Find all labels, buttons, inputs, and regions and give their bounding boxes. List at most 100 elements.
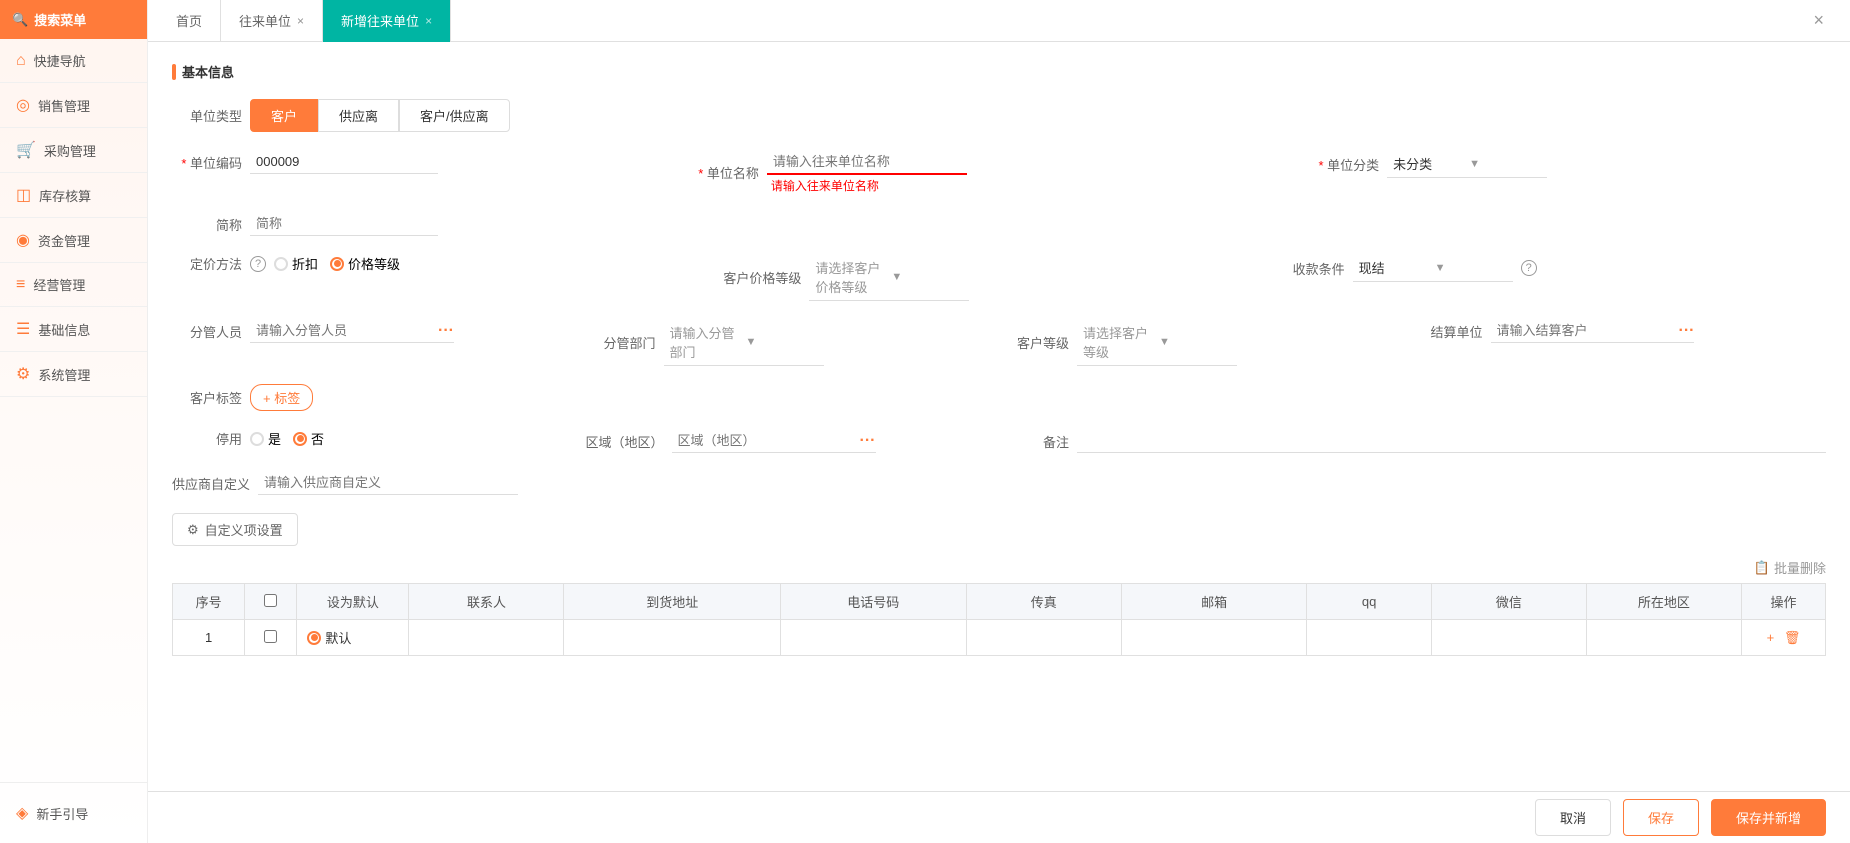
add-tag-btn[interactable]: + 标签: [250, 384, 313, 411]
bottom-bar: 取消 保存 保存并新增: [148, 791, 1850, 843]
row-email-input[interactable]: [1164, 630, 1264, 645]
unit-type-label: 单位类型: [172, 106, 242, 125]
tab-bar: 首页 往来单位 × 新增往来单位 × ×: [148, 0, 1850, 42]
row-region-input[interactable]: [1624, 630, 1704, 645]
sidebar-item-basic-info[interactable]: ☰ 基础信息: [0, 307, 147, 352]
add-tag-label: + 标签: [263, 388, 300, 407]
tab-trading-partners-close[interactable]: ×: [297, 14, 304, 28]
basic-info-icon: ☰: [16, 319, 30, 339]
customer-price-select[interactable]: 请选择客户价格等级 ▼: [809, 254, 969, 301]
sidebar-item-newbie[interactable]: ◈ 新手引导: [0, 791, 147, 835]
manager-more-btn[interactable]: ···: [438, 322, 454, 340]
sidebar-item-system[interactable]: ⚙ 系统管理: [0, 352, 147, 397]
remarks-group: 备注: [999, 429, 1826, 453]
search-menu-label: 搜索菜单: [34, 10, 86, 29]
row-add-btn[interactable]: +: [1767, 630, 1775, 645]
save-btn[interactable]: 保存: [1623, 799, 1699, 836]
payment-terms-select[interactable]: 现结 ▼: [1353, 254, 1513, 282]
type-btn-customer[interactable]: 客户: [250, 99, 318, 132]
table-select-all[interactable]: [264, 594, 277, 607]
region-group: 区域（地区） ···: [586, 429, 1000, 453]
supplier-custom-label: 供应商自定义: [172, 474, 250, 493]
row-delete-btn[interactable]: 🗑: [1784, 630, 1801, 645]
row-default-radio[interactable]: 默认: [307, 628, 398, 647]
sidebar-item-sales[interactable]: ◎ 销售管理: [0, 83, 147, 128]
abbreviation-label: 简称: [172, 215, 242, 234]
tab-trading-partners[interactable]: 往来单位 ×: [221, 0, 323, 42]
abbreviation-input[interactable]: [250, 212, 438, 236]
manager-input[interactable]: [250, 319, 438, 342]
supplier-custom-input[interactable]: [258, 471, 518, 495]
type-btn-group: 客户 供应离 客户/供应离: [250, 99, 510, 132]
disabled-yes-radio[interactable]: 是: [250, 429, 281, 448]
contact-table-area: 📋 批量删除 序号 设为默认 联系人 到货地址 电话号码 传真: [172, 558, 1826, 656]
row-email: [1121, 620, 1307, 656]
search-menu-btn[interactable]: 🔍 搜索菜单: [0, 0, 147, 39]
payment-terms-arrow: ▼: [1435, 262, 1507, 274]
settlement-unit-input-area: ···: [1491, 319, 1695, 343]
unit-name-input[interactable]: [767, 150, 967, 175]
settings-gear-icon: ⚙: [187, 522, 199, 538]
sidebar-item-operations[interactable]: ≡ 经营管理: [0, 263, 147, 307]
batch-delete-icon: 📋: [1754, 560, 1770, 576]
row-qq-input[interactable]: [1339, 630, 1399, 645]
col-contact: 联系人: [409, 584, 564, 620]
sidebar-item-quick-nav[interactable]: ⌂ 快捷导航: [0, 39, 147, 83]
unit-name-validation: 请输入往来单位名称: [767, 150, 967, 194]
row-fax-input[interactable]: [1004, 630, 1084, 645]
row-phone: [780, 620, 966, 656]
row-default-label: 默认: [325, 628, 351, 647]
pricing-discount-label: 折扣: [292, 254, 318, 273]
remarks-input[interactable]: [1077, 429, 1826, 453]
unit-category-arrow: ▼: [1469, 158, 1541, 170]
unit-name-error: 请输入往来单位名称: [771, 177, 967, 194]
pricing-method-help-icon[interactable]: ?: [250, 256, 266, 272]
region-input[interactable]: [672, 429, 860, 452]
unit-category-select[interactable]: 未分类 ▼: [1387, 150, 1547, 178]
sidebar: 🔍 搜索菜单 ⌂ 快捷导航 ◎ 销售管理 🛒 采购管理 ◫ 库存核算 ◉ 资金管…: [0, 0, 148, 843]
batch-delete-btn[interactable]: 📋 批量删除: [172, 558, 1826, 577]
settlement-unit-input[interactable]: [1491, 319, 1679, 342]
tab-new-trading-partner[interactable]: 新增往来单位 ×: [323, 0, 451, 42]
customer-level-select[interactable]: 请选择客户等级 ▼: [1077, 319, 1237, 366]
region-more-btn[interactable]: ···: [860, 432, 876, 450]
col-phone: 电话号码: [780, 584, 966, 620]
row-phone-input[interactable]: [823, 630, 923, 645]
save-new-btn[interactable]: 保存并新增: [1711, 799, 1826, 836]
type-btn-both[interactable]: 客户/供应离: [399, 99, 510, 132]
tab-new-trading-partner-close[interactable]: ×: [425, 14, 432, 28]
disabled-yes-label: 是: [268, 429, 281, 448]
payment-terms-label: 收款条件: [1275, 259, 1345, 278]
tab-home[interactable]: 首页: [158, 0, 221, 42]
region-label: 区域（地区）: [586, 432, 664, 451]
pricing-discount-radio[interactable]: 折扣: [274, 254, 318, 273]
row-wechat-input[interactable]: [1469, 630, 1549, 645]
pricing-method-label: 定价方法: [172, 254, 242, 273]
row-contact-input[interactable]: [446, 630, 526, 645]
supplier-custom-group: 供应商自定义: [172, 471, 1826, 495]
payment-terms-group: 收款条件 现结 ▼ ?: [1275, 254, 1826, 282]
cancel-btn[interactable]: 取消: [1535, 799, 1611, 836]
payment-terms-help-icon[interactable]: ?: [1521, 260, 1537, 276]
disabled-no-radio[interactable]: 否: [293, 429, 324, 448]
manager-group: 分管人员 ···: [172, 319, 586, 343]
col-region: 所在地区: [1586, 584, 1741, 620]
col-default: 设为默认: [297, 584, 409, 620]
row-checkbox-input[interactable]: [264, 630, 277, 643]
sidebar-item-purchase[interactable]: 🛒 采购管理: [0, 128, 147, 173]
department-select[interactable]: 请输入分管部门 ▼: [664, 319, 824, 366]
finance-icon: ◉: [16, 230, 30, 250]
window-close-btn[interactable]: ×: [1797, 10, 1840, 31]
customer-tag-row: 客户标签 + 标签: [172, 384, 1826, 411]
pricing-level-radio[interactable]: 价格等级: [330, 254, 400, 273]
type-btn-supplier[interactable]: 供应离: [318, 99, 399, 132]
custom-settings-btn[interactable]: ⚙ 自定义项设置: [172, 513, 298, 546]
pricing-level-circle: [330, 257, 344, 271]
pricing-radio-group: 折扣 价格等级: [274, 254, 400, 273]
settlement-unit-more-btn[interactable]: ···: [1679, 322, 1695, 340]
sidebar-item-finance[interactable]: ◉ 资金管理: [0, 218, 147, 263]
row-address-input[interactable]: [612, 630, 732, 645]
unit-code-input[interactable]: [250, 150, 438, 174]
sidebar-item-inventory[interactable]: ◫ 库存核算: [0, 173, 147, 218]
sidebar-label-operations: 经营管理: [33, 275, 85, 294]
